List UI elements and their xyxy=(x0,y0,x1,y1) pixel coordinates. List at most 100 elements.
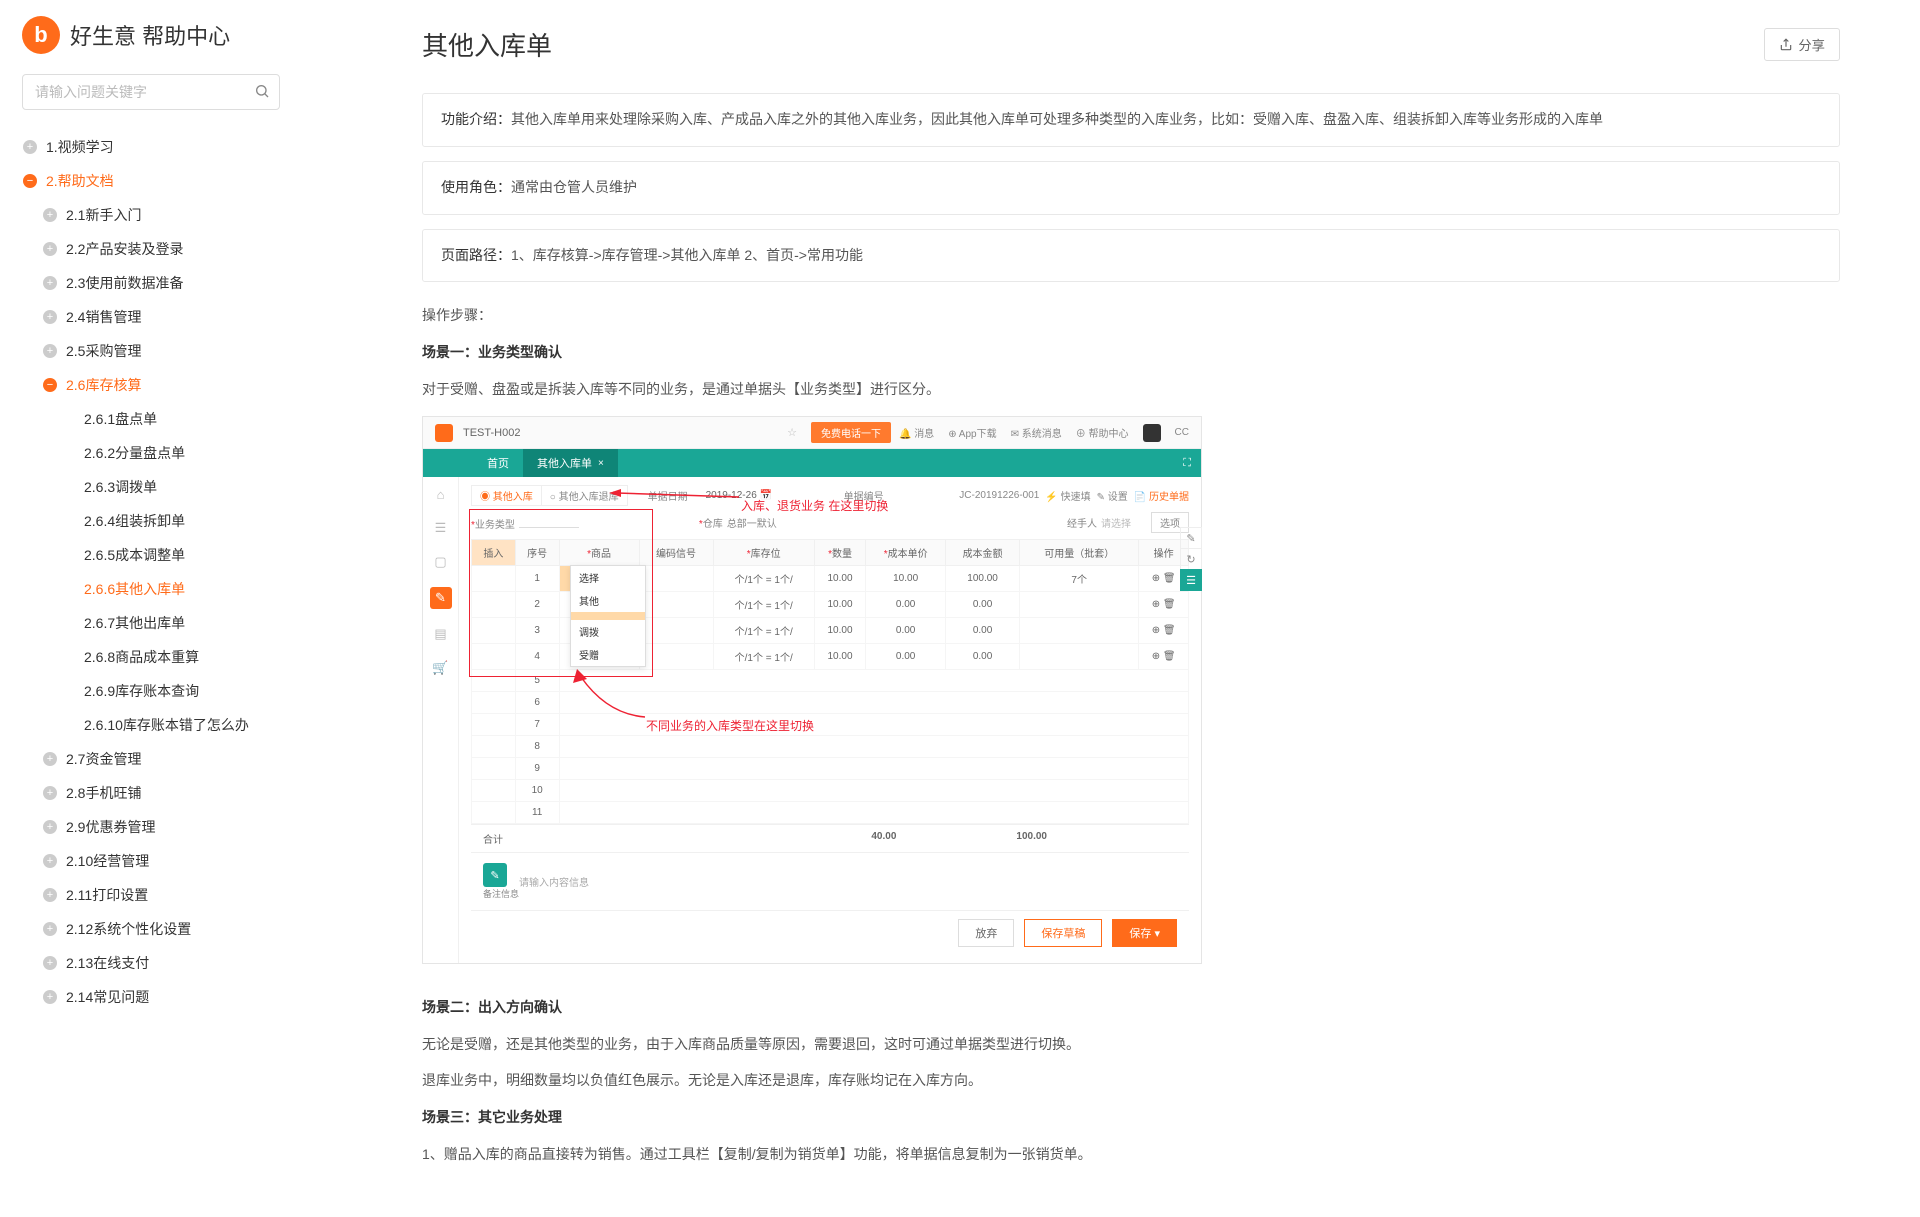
ss-logo-icon xyxy=(435,424,453,442)
ss-dd-transfer: 调拨 xyxy=(571,620,645,643)
scene2-title: 场景二：出入方向确认 xyxy=(422,994,1840,1021)
table-row: 11 xyxy=(472,802,1189,824)
ss-tenant: TEST-H002 xyxy=(463,427,520,439)
search-input[interactable] xyxy=(22,74,280,110)
ss-date-label: 单据日期 xyxy=(648,488,688,503)
ss-top-sys: ✉ 系统消息 xyxy=(1011,425,1062,440)
chart-icon: ▤ xyxy=(432,625,450,643)
nav-2-6[interactable]: −2.6库存核算 xyxy=(42,368,280,402)
ss-total-qty: 40.00 xyxy=(871,831,896,846)
ss-th-insert: 插入 xyxy=(472,540,516,566)
close-icon: × xyxy=(598,458,604,469)
nav-2-10[interactable]: +2.10经营管理 xyxy=(42,844,280,878)
ss-username: CC xyxy=(1175,427,1189,438)
nav-2-6-4[interactable]: 2.6.4组装拆卸单 xyxy=(84,504,280,538)
table-row: 5 xyxy=(472,670,1189,692)
ss-warehouse-label: 仓库 xyxy=(699,519,723,530)
ss-tool-quick: ⚡ 快速填 xyxy=(1045,488,1090,503)
share-icon xyxy=(1779,38,1793,52)
ss-th-loc: 库存位 xyxy=(713,540,814,566)
share-button[interactable]: 分享 xyxy=(1764,28,1840,61)
ss-footer: 放弃 保存草稿 保存 ▾ xyxy=(471,910,1189,955)
table-row: 6 xyxy=(472,692,1189,714)
nav-2-6-2[interactable]: 2.6.2分量盘点单 xyxy=(84,436,280,470)
ss-totals-row: 合计 40.00 100.00 xyxy=(471,824,1189,852)
nav-2-6-5[interactable]: 2.6.5成本调整单 xyxy=(84,538,280,572)
nav-2-6-10[interactable]: 2.6.10库存账本错了怎么办 xyxy=(84,708,280,742)
tray-icon: ✎ xyxy=(1180,527,1202,549)
steps-heading: 操作步骤： xyxy=(422,302,1840,329)
ss-tab-expand-icon: ⛶ xyxy=(1183,457,1201,470)
ss-operator-label: 经手人 xyxy=(1067,519,1097,530)
table-row: 7 xyxy=(472,714,1189,736)
ss-form: ◉ 其他入库 ○ 其他入库退库 单据日期 2019-12-26 📅 入库、退货业… xyxy=(459,477,1201,963)
ss-tabbar: 首页 其他入库单× ⛶ xyxy=(423,449,1201,477)
ss-th-goods: 商品 xyxy=(559,540,639,566)
nav-2-11[interactable]: +2.11打印设置 xyxy=(42,878,280,912)
table-row: 8 xyxy=(472,736,1189,758)
nav-2-6-9[interactable]: 2.6.9库存账本查询 xyxy=(84,674,280,708)
nav-2-12[interactable]: +2.12系统个性化设置 xyxy=(42,912,280,946)
nav-2-5[interactable]: +2.5采购管理 xyxy=(42,334,280,368)
tray-icon: ☰ xyxy=(1180,569,1202,591)
nav-2-1[interactable]: +2.1新手入门 xyxy=(42,198,280,232)
ss-save-button: 保存 ▾ xyxy=(1112,919,1177,947)
role-label: 使用角色： xyxy=(441,179,511,195)
doc-icon: ✎ xyxy=(430,587,452,609)
brand-title: 好生意 帮助中心 xyxy=(70,19,230,51)
scene1-text: 对于受赠、盘盈或是拆装入库等不同的业务，是通过单据头【业务类型】进行区分。 xyxy=(422,376,1840,403)
nav-2-6-6[interactable]: 2.6.6其他入库单 xyxy=(84,572,280,606)
nav-2-3[interactable]: +2.3使用前数据准备 xyxy=(42,266,280,300)
ss-th-no: 序号 xyxy=(515,540,559,566)
ss-memo-placeholder: 请输入内容信息 xyxy=(519,874,589,889)
expand-icon: + xyxy=(22,139,38,155)
nav-2-6-1[interactable]: 2.6.1盘点单 xyxy=(84,402,280,436)
ss-top-help: ⊕ 帮助中心 xyxy=(1076,425,1129,440)
annotated-screenshot: TEST-H002 ☆ 免费电话一下 🔔 消息 ⊕ App下载 ✉ 系统消息 ⊕… xyxy=(422,416,1202,964)
nav-2-6-3[interactable]: 2.6.3调拨单 xyxy=(84,470,280,504)
nav-video-learning[interactable]: + 1.视频学习 xyxy=(22,130,280,164)
brand-header: b 好生意 帮助中心 xyxy=(22,16,280,54)
ss-annotation-mid: 不同业务的入库类型在这里切换 xyxy=(646,717,814,734)
nav-2-2[interactable]: +2.2产品安装及登录 xyxy=(42,232,280,266)
path-box: 页面路径：1、库存核算->库存管理->其他入库单 2、首页->常用功能 xyxy=(422,229,1840,283)
nav-help-docs[interactable]: − 2.帮助文档 xyxy=(22,164,280,198)
tray-icon: ↻ xyxy=(1180,548,1202,570)
page-title: 其他入库单 xyxy=(422,26,552,63)
box-icon: ▢ xyxy=(432,553,450,571)
home-icon: ⌂ xyxy=(432,485,450,503)
intro-box: 功能介绍：其他入库单用来处理除采购入库、产成品入库之外的其他入库业务，因此其他入… xyxy=(422,93,1840,147)
nav-2-8[interactable]: +2.8手机旺铺 xyxy=(42,776,280,810)
ss-topbar: TEST-H002 ☆ 免费电话一下 🔔 消息 ⊕ App下载 ✉ 系统消息 ⊕… xyxy=(423,417,1201,449)
sidebar: b 好生意 帮助中心 + 1.视频学习 − 2.帮助文档 +2.1新手入门 +2… xyxy=(0,0,302,1217)
nav-2-6-7[interactable]: 2.6.7其他出库单 xyxy=(84,606,280,640)
ss-dd-manual: 其他 xyxy=(571,589,645,612)
search-icon[interactable] xyxy=(254,83,270,102)
ss-discard-button: 放弃 xyxy=(958,919,1014,947)
scene3-p1: 1、赠品入库的商品直接转为销售。通过工具栏【复制/复制为销货单】功能，将单据信息… xyxy=(422,1141,1840,1168)
ss-top-app: ⊕ App下载 xyxy=(948,425,996,440)
nav-2-4[interactable]: +2.4销售管理 xyxy=(42,300,280,334)
nav-2-14[interactable]: +2.14常见问题 xyxy=(42,980,280,1014)
table-row: 10 xyxy=(472,780,1189,802)
cart-icon: 🛒 xyxy=(432,659,450,677)
scene2-p2: 退库业务中，明细数量均以负值红色展示。无论是入库还是退库，库存账均记在入库方向。 xyxy=(422,1067,1840,1094)
ss-tab-doc: 其他入库单× xyxy=(523,449,618,477)
ss-memo-row: ✎ 备注信息 请输入内容信息 xyxy=(471,852,1189,910)
scene2-p1: 无论是受赠，还是其他类型的业务，由于入库商品质量等原因，需要退回，这时可通过单据… xyxy=(422,1031,1840,1058)
logo-icon: b xyxy=(22,16,60,54)
nav-2-13[interactable]: +2.13在线支付 xyxy=(42,946,280,980)
nav-2-9[interactable]: +2.9优惠券管理 xyxy=(42,810,280,844)
table-row: 9 xyxy=(472,758,1189,780)
ss-th-amt: 成本金额 xyxy=(946,540,1020,566)
memo-icon: ✎ xyxy=(483,863,507,887)
search-box xyxy=(22,74,280,110)
ss-mode-return: ○ 其他入库退库 xyxy=(541,485,628,506)
ss-right-tray: ✎ ↻ ☰ xyxy=(1180,527,1202,590)
nav-2-6-8[interactable]: 2.6.8商品成本重算 xyxy=(84,640,280,674)
ss-doc-number: JC-20191226-001 xyxy=(959,490,1039,501)
nav-2-7[interactable]: +2.7资金管理 xyxy=(42,742,280,776)
role-text: 通常由仓管人员维护 xyxy=(511,179,637,195)
ss-mode-in: ◉ 其他入库 xyxy=(471,485,542,506)
list-icon: ☰ xyxy=(432,519,450,537)
